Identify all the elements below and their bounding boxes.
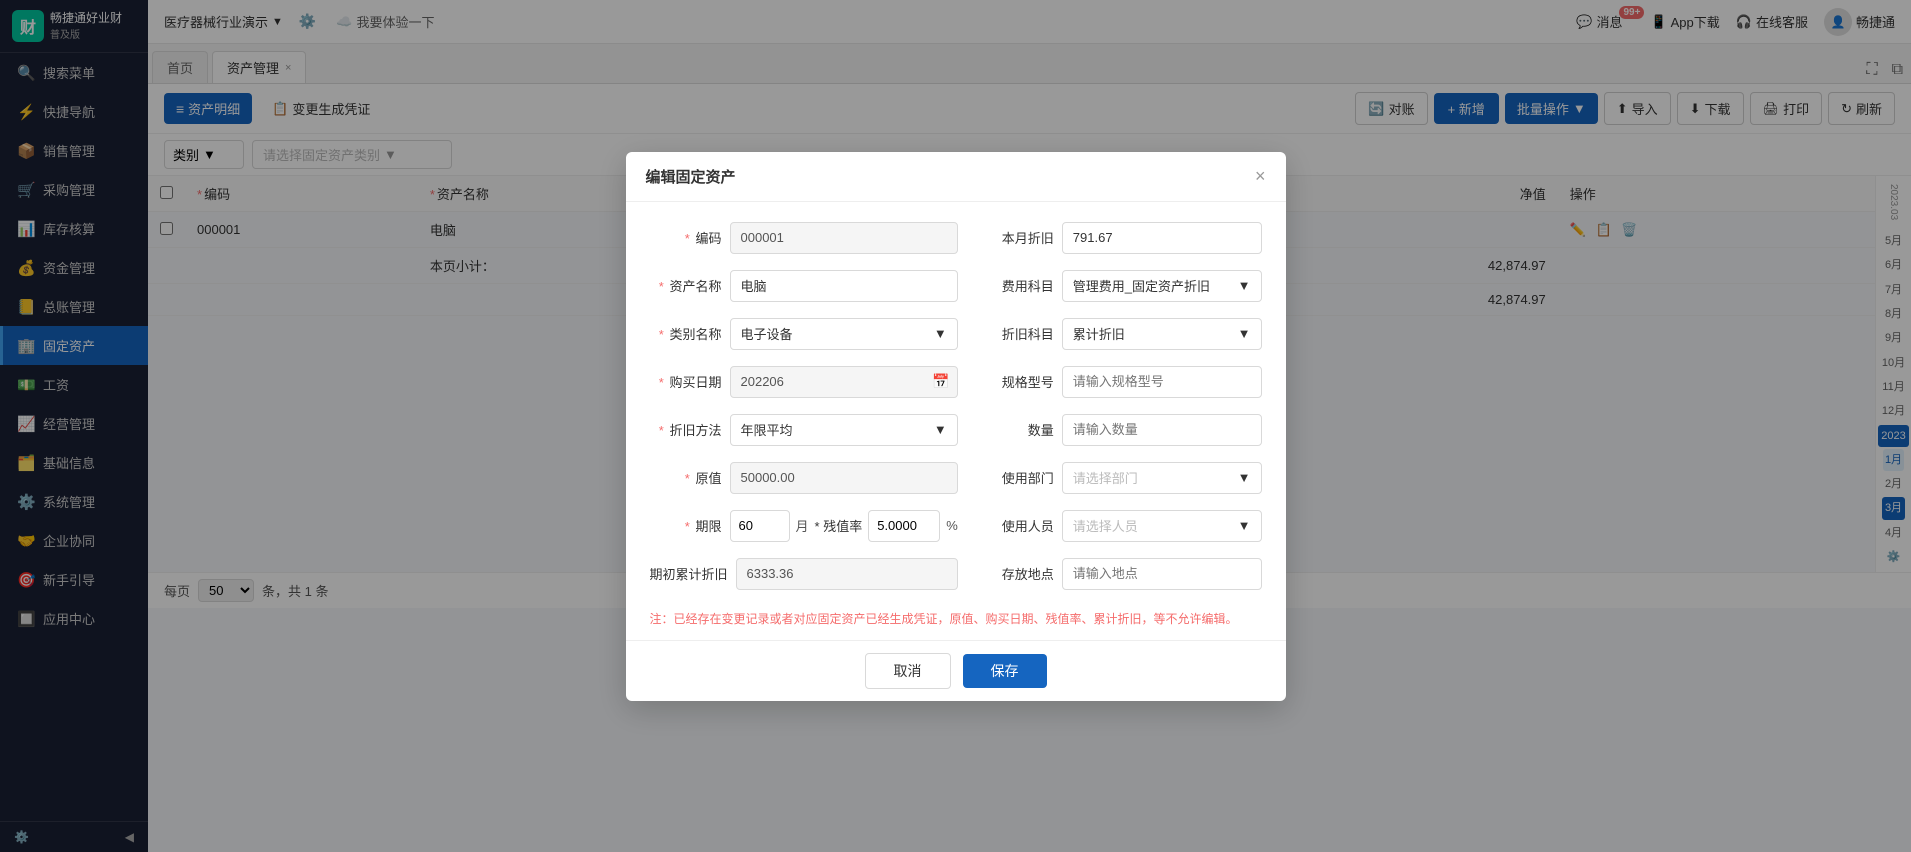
code-label: * 编码: [650, 228, 722, 247]
field-location: 存放地点: [982, 558, 1262, 590]
original-value-input[interactable]: [730, 462, 958, 494]
dept-select[interactable]: 请选择部门 ▼: [1062, 462, 1262, 494]
cancel-button[interactable]: 取消: [865, 653, 951, 689]
location-label: 存放地点: [982, 564, 1054, 583]
depr-method-label: * 折旧方法: [650, 420, 722, 439]
location-input[interactable]: [1062, 558, 1262, 590]
modal-title: 编辑固定资产: [646, 166, 736, 187]
expense-subject-dropdown-icon: ▼: [1238, 278, 1251, 293]
monthly-depr-input[interactable]: [1062, 222, 1262, 254]
monthly-depr-label: 本月折旧: [982, 228, 1054, 247]
depr-subject-select[interactable]: 累计折旧 ▼: [1062, 318, 1262, 350]
depr-method-select[interactable]: 年限平均 ▼: [730, 414, 958, 446]
expense-subject-select[interactable]: 管理费用_固定资产折旧 ▼: [1062, 270, 1262, 302]
field-monthly-depr: 本月折旧: [982, 222, 1262, 254]
salvage-label: * 残值率: [815, 516, 863, 535]
modal-footer: 取消 保存: [626, 640, 1286, 701]
period-unit: 月: [796, 516, 809, 535]
field-period-salvage: * 期限 月 * 残值率 %: [650, 510, 958, 542]
person-select[interactable]: 请选择人员 ▼: [1062, 510, 1262, 542]
field-purchase-date: * 购买日期 📅: [650, 366, 958, 398]
period-salvage-row: 月 * 残值率 %: [730, 510, 958, 542]
save-button[interactable]: 保存: [963, 654, 1047, 688]
salvage-unit: %: [946, 518, 958, 533]
period-label: * 期限: [650, 516, 722, 535]
edit-asset-modal: 编辑固定资产 × * 编码 本月折旧: [626, 152, 1286, 701]
depr-method-dropdown-icon: ▼: [934, 422, 947, 437]
modal-header: 编辑固定资产 ×: [626, 152, 1286, 202]
person-dropdown-icon: ▼: [1238, 518, 1251, 533]
depr-subject-label: 折旧科目: [982, 324, 1054, 343]
quantity-label: 数量: [982, 420, 1054, 439]
field-quantity: 数量: [982, 414, 1262, 446]
code-input[interactable]: [730, 222, 958, 254]
form-grid: * 编码 本月折旧 * 资产名称: [650, 222, 1262, 590]
calendar-icon[interactable]: 📅: [932, 373, 949, 390]
field-person: 使用人员 请选择人员 ▼: [982, 510, 1262, 542]
modal-close-button[interactable]: ×: [1255, 166, 1266, 187]
depr-method-value: 年限平均: [741, 420, 793, 439]
modal-note: 注：已经存在变更记录或者对应固定资产已经生成凭证，原值、购买日期、残值率、累计折…: [626, 610, 1286, 640]
field-expense-subject: 费用科目 管理费用_固定资产折旧 ▼: [982, 270, 1262, 302]
field-depr-subject: 折旧科目 累计折旧 ▼: [982, 318, 1262, 350]
depr-subject-value: 累计折旧: [1073, 324, 1125, 343]
dept-label: 使用部门: [982, 468, 1054, 487]
field-code: * 编码: [650, 222, 958, 254]
period-input[interactable]: [730, 510, 790, 542]
opening-depr-label: 期初累计折旧: [650, 564, 728, 583]
modal-body: * 编码 本月折旧 * 资产名称: [626, 202, 1286, 610]
category-dropdown-icon: ▼: [934, 326, 947, 341]
modal-overlay: 编辑固定资产 × * 编码 本月折旧: [0, 0, 1911, 852]
field-depr-method: * 折旧方法 年限平均 ▼: [650, 414, 958, 446]
original-value-label: * 原值: [650, 468, 722, 487]
asset-name-input[interactable]: [730, 270, 958, 302]
spec-label: 规格型号: [982, 372, 1054, 391]
category-select[interactable]: 电子设备 ▼: [730, 318, 958, 350]
purchase-date-label: * 购买日期: [650, 372, 722, 391]
dept-placeholder: 请选择部门: [1073, 468, 1138, 487]
field-asset-name: * 资产名称: [650, 270, 958, 302]
category-label: * 类别名称: [650, 324, 722, 343]
depr-subject-dropdown-icon: ▼: [1238, 326, 1251, 341]
person-placeholder: 请选择人员: [1073, 516, 1138, 535]
asset-name-label: * 资产名称: [650, 276, 722, 295]
opening-depr-input[interactable]: [736, 558, 958, 590]
purchase-date-input[interactable]: [730, 366, 958, 398]
expense-subject-value: 管理费用_固定资产折旧: [1073, 276, 1210, 295]
spec-input[interactable]: [1062, 366, 1262, 398]
field-category: * 类别名称 电子设备 ▼: [650, 318, 958, 350]
field-original-value: * 原值: [650, 462, 958, 494]
salvage-input[interactable]: [868, 510, 940, 542]
field-dept: 使用部门 请选择部门 ▼: [982, 462, 1262, 494]
field-spec: 规格型号: [982, 366, 1262, 398]
person-label: 使用人员: [982, 516, 1054, 535]
quantity-input[interactable]: [1062, 414, 1262, 446]
field-opening-depr: 期初累计折旧: [650, 558, 958, 590]
expense-subject-label: 费用科目: [982, 276, 1054, 295]
dept-dropdown-icon: ▼: [1238, 470, 1251, 485]
category-value: 电子设备: [741, 324, 793, 343]
